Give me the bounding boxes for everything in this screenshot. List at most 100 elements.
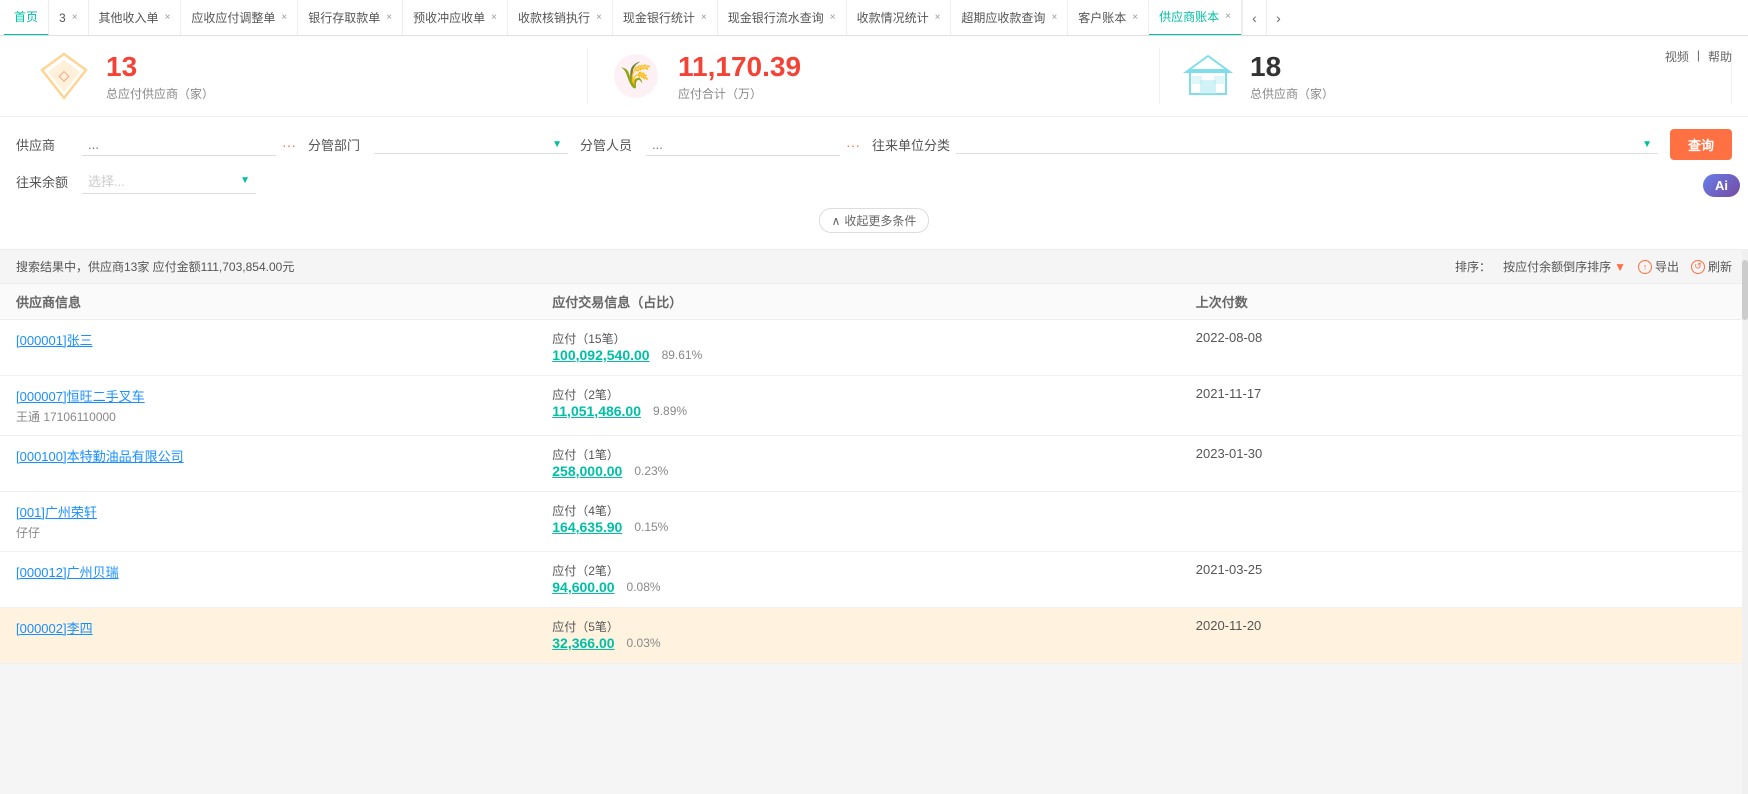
close-icon[interactable]: × bbox=[165, 12, 171, 23]
trans-label-6: 应付（5笔） bbox=[552, 618, 1196, 635]
close-icon[interactable]: × bbox=[72, 12, 78, 23]
close-icon[interactable]: × bbox=[281, 12, 287, 23]
trans-amount-2[interactable]: 11,051,486.00 bbox=[552, 403, 641, 419]
nav-tab-cash-bank-stat-label: 现金银行统计 bbox=[623, 9, 695, 26]
filter-row-2: 往来余额 选择... ▼ bbox=[16, 168, 1732, 194]
nav-tab-3[interactable]: 3 × bbox=[49, 0, 89, 36]
close-icon[interactable]: × bbox=[491, 12, 497, 23]
close-icon[interactable]: × bbox=[386, 12, 392, 23]
trans-pct-2: 9.89% bbox=[653, 404, 687, 418]
transaction-info-5: 应付（2笔） 94,600.00 0.08% bbox=[552, 562, 1196, 595]
trans-amount-4[interactable]: 164,635.90 bbox=[552, 519, 622, 535]
category-filter-dropdown[interactable]: ▼ bbox=[956, 136, 1658, 154]
scroll-thumb[interactable] bbox=[1742, 260, 1748, 320]
close-icon[interactable]: × bbox=[830, 12, 836, 23]
ai-button[interactable]: Ai bbox=[1703, 174, 1740, 197]
lastpay-5: 2021-03-25 bbox=[1196, 562, 1518, 577]
stat-info-total-suppliers: 18 总供应商（家） bbox=[1250, 50, 1334, 103]
export-button[interactable]: ↑ 导出 bbox=[1638, 258, 1679, 275]
dept-dropdown-arrow: ▼ bbox=[552, 139, 562, 150]
refresh-button[interactable]: ↺ 刷新 bbox=[1691, 258, 1732, 275]
trans-pct-1: 89.61% bbox=[662, 348, 703, 362]
trans-label-5: 应付（2笔） bbox=[552, 562, 1196, 579]
trans-amount-5[interactable]: 94,600.00 bbox=[552, 579, 614, 595]
help-link[interactable]: 帮助 bbox=[1708, 48, 1732, 65]
nav-tab-cash-bank-stat[interactable]: 现金银行统计 × bbox=[613, 0, 718, 36]
trans-amount-1[interactable]: 100,092,540.00 bbox=[552, 347, 649, 363]
supplier-dots-icon[interactable]: ··· bbox=[282, 137, 296, 153]
sort-value: 按应付余额倒序排序 bbox=[1503, 258, 1611, 275]
close-icon[interactable]: × bbox=[1225, 11, 1231, 22]
category-dropdown-arrow: ▼ bbox=[1642, 139, 1652, 150]
total-suppliers-label: 总供应商（家） bbox=[1250, 85, 1334, 102]
col-header-transaction: 应付交易信息（占比） bbox=[552, 292, 1196, 311]
results-bar: 搜索结果中，供应商13家 应付金额111,703,854.00元 排序： 按应付… bbox=[0, 250, 1748, 284]
nav-tab-collect-verify[interactable]: 收款核销执行 × bbox=[508, 0, 613, 36]
filter-category: 往来单位分类 ▼ bbox=[872, 135, 1658, 154]
stats-area: ◇ 13 总应付供应商（家） 🌾 11,170.39 应付合计（万） bbox=[0, 36, 1748, 117]
dept-filter-dropdown[interactable]: ▼ bbox=[374, 136, 568, 154]
close-icon[interactable]: × bbox=[1051, 12, 1057, 23]
supplier-link-2[interactable]: [000007]恒旺二手叉车 bbox=[16, 386, 552, 405]
close-icon[interactable]: × bbox=[701, 12, 707, 23]
nav-tab-supplier-account[interactable]: 供应商账本 × bbox=[1149, 0, 1242, 36]
refresh-label: 刷新 bbox=[1708, 258, 1732, 275]
trans-amount-3[interactable]: 258,000.00 bbox=[552, 463, 622, 479]
supplier-link-4[interactable]: [001]广州荣轩 bbox=[16, 502, 552, 521]
nav-tab-bank-deposit[interactable]: 银行存取款单 × bbox=[298, 0, 403, 36]
table-row: [000001]张三 应付（15笔） 100,092,540.00 89.61%… bbox=[0, 320, 1748, 376]
video-link[interactable]: 视频 bbox=[1665, 48, 1689, 65]
search-button[interactable]: 查询 bbox=[1670, 129, 1732, 160]
nav-tab-home[interactable]: 首页 bbox=[4, 0, 49, 36]
trans-amount-6[interactable]: 32,366.00 bbox=[552, 635, 614, 651]
person-filter-input[interactable] bbox=[646, 134, 840, 156]
total-suppliers-count: 18 bbox=[1250, 50, 1334, 84]
filter-dept: 分管部门 ▼ bbox=[308, 135, 568, 154]
supplier-link-6[interactable]: [000002]李四 bbox=[16, 618, 552, 637]
person-dots-icon[interactable]: ··· bbox=[846, 137, 860, 153]
nav-next-arrow[interactable]: › bbox=[1266, 0, 1290, 36]
lastpay-1: 2022-08-08 bbox=[1196, 330, 1518, 345]
lastpay-6: 2020-11-20 bbox=[1196, 618, 1518, 633]
close-icon[interactable]: × bbox=[596, 12, 602, 23]
scrollbar[interactable] bbox=[1742, 250, 1748, 794]
transaction-info-2: 应付（2笔） 11,051,486.00 9.89% bbox=[552, 386, 1196, 419]
col-header-lastpay: 上次付数 bbox=[1196, 292, 1518, 311]
nav-tab-home-label: 首页 bbox=[14, 8, 38, 25]
nav-tab-other-income[interactable]: 其他收入单 × bbox=[89, 0, 182, 36]
stat-block-total-suppliers: 18 总供应商（家） bbox=[1160, 48, 1732, 104]
close-icon[interactable]: × bbox=[935, 12, 941, 23]
balance-dropdown-value: 选择... bbox=[88, 171, 125, 190]
nav-tab-advance-collect[interactable]: 预收冲应收单 × bbox=[403, 0, 508, 36]
close-icon[interactable]: × bbox=[1132, 12, 1138, 23]
category-filter-label: 往来单位分类 bbox=[872, 135, 950, 154]
lastpay-date-1: 2022-08-08 bbox=[1196, 330, 1263, 345]
trans-label-4: 应付（4笔） bbox=[552, 502, 1196, 519]
lastpay-date-5: 2021-03-25 bbox=[1196, 562, 1263, 577]
nav-tab-overdue-collect[interactable]: 超期应收款查询 × bbox=[951, 0, 1068, 36]
sort-dropdown-arrow: ▼ bbox=[1614, 260, 1626, 274]
supplier-link-3[interactable]: [000100]本特勤油品有限公司 bbox=[16, 446, 552, 465]
sort-dropdown[interactable]: 按应付余额倒序排序 ▼ bbox=[1503, 258, 1626, 275]
nav-tab-collect-verify-label: 收款核销执行 bbox=[518, 9, 590, 26]
collapse-filter-button[interactable]: ∧ 收起更多条件 bbox=[819, 208, 930, 233]
col-header-supplier: 供应商信息 bbox=[16, 292, 552, 311]
nav-tab-collect-stat[interactable]: 收款情况统计 × bbox=[847, 0, 952, 36]
stat-block-ap-suppliers: ◇ 13 总应付供应商（家） bbox=[16, 48, 588, 104]
wheat-icon: 🌾 bbox=[608, 48, 664, 104]
nav-tab-ap-adjust[interactable]: 应收应付调整单 × bbox=[181, 0, 298, 36]
supplier-filter-input[interactable] bbox=[82, 134, 276, 156]
balance-filter-dropdown[interactable]: 选择... ▼ bbox=[82, 168, 256, 194]
transaction-info-4: 应付（4笔） 164,635.90 0.15% bbox=[552, 502, 1196, 535]
nav-prev-arrow[interactable]: ‹ bbox=[1242, 0, 1266, 36]
filter-balance: 往来余额 选择... ▼ bbox=[16, 168, 256, 194]
nav-tab-customer-account[interactable]: 客户账本 × bbox=[1068, 0, 1149, 36]
table-row: [001]广州荣轩 仔仔 应付（4笔） 164,635.90 0.15% bbox=[0, 492, 1748, 552]
table-row: [000007]恒旺二手叉车 王通 17106110000 应付（2笔） 11,… bbox=[0, 376, 1748, 436]
trans-pct-6: 0.03% bbox=[627, 636, 661, 650]
supplier-link-5[interactable]: [000012]广州贝瑞 bbox=[16, 562, 552, 581]
supplier-link-1[interactable]: [000001]张三 bbox=[16, 330, 552, 349]
nav-tab-cash-bank-flow-label: 现金银行流水查询 bbox=[728, 9, 824, 26]
stat-block-ap-total: 🌾 11,170.39 应付合计（万） bbox=[588, 48, 1160, 104]
nav-tab-cash-bank-flow[interactable]: 现金银行流水查询 × bbox=[718, 0, 847, 36]
